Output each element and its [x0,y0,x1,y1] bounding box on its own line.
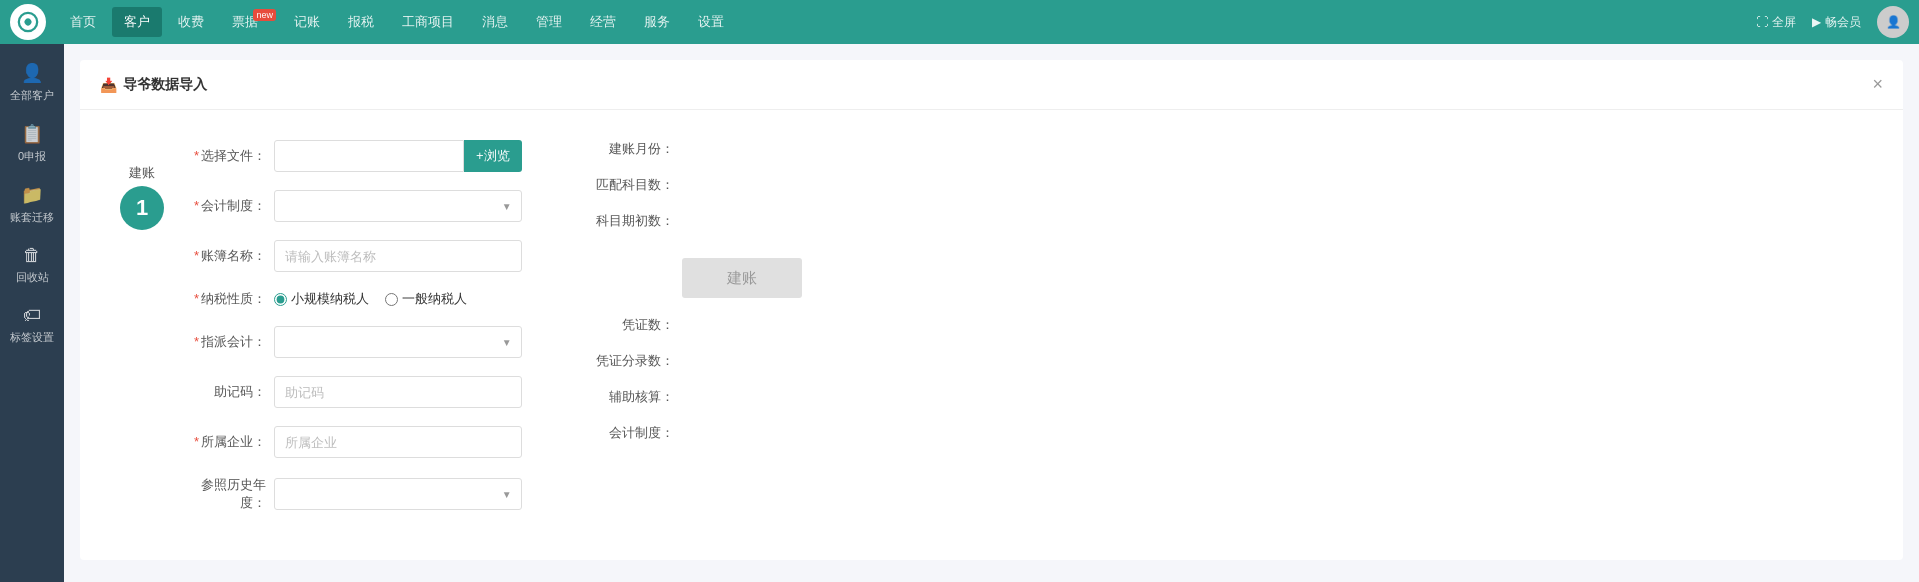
info-row-subject-init: 科目期初数： [582,212,962,230]
nav-right: ⛶ 全屏 ▶ 畅会员 👤 [1756,6,1909,38]
accounting-system-select[interactable] [274,190,522,222]
tax-general-input[interactable] [385,293,398,306]
step-section: 建账 1 选择文件： +浏览 [120,140,522,530]
info-row-voucher: 凭证数： [582,316,962,334]
panel-header: 📥 导爷数据导入 × [80,60,1903,110]
top-navigation: 首页 客户 收费 票据 new 记账 报税 工商项目 消息 管理 经营 服务 设… [0,0,1919,44]
nav-item-fee[interactable]: 收费 [166,7,216,37]
select-file-label: 选择文件： [184,147,274,165]
history-year-label: 参照历史年度： [184,476,274,512]
info-row-match-subjects: 匹配科目数： [582,176,962,194]
all-clients-icon: 👤 [21,62,43,84]
nav-item-settings[interactable]: 设置 [686,7,736,37]
info-row-aux: 辅助核算： [582,388,962,406]
fullscreen-btn[interactable]: ⛶ 全屏 [1756,14,1796,31]
import-icon: 📥 [100,77,117,93]
form-row-history: 参照历史年度： ▼ [184,476,522,512]
form-row-ledger: 账簿名称： [184,240,522,272]
accounting-system-select-wrapper: ▼ [274,190,522,222]
tax-nature-label: 纳税性质： [184,290,274,308]
avatar[interactable]: 👤 [1877,6,1909,38]
voucher-label: 凭证数： [582,316,682,334]
create-month-label: 建账月份： [582,140,682,158]
nav-item-business[interactable]: 工商项目 [390,7,466,37]
company-label: 所属企业： [184,433,274,451]
nav-item-manage[interactable]: 管理 [524,7,574,37]
form-row-tax: 纳税性质： 小规模纳税人 一般纳税人 [184,290,522,308]
subject-init-label: 科目期初数： [582,212,682,230]
step-circle: 1 [120,186,164,230]
memo-label: 助记码： [184,383,274,401]
import-panel: 📥 导爷数据导入 × 建账 1 选择文件： [80,60,1903,560]
form-row-accountant: 指派会计： ▼ [184,326,522,358]
nav-menu: 首页 客户 收费 票据 new 记账 报税 工商项目 消息 管理 经营 服务 设… [58,7,1756,37]
browse-button[interactable]: +浏览 [464,140,522,172]
sidebar-item-all-clients[interactable]: 👤 全部客户 [0,52,64,113]
nav-item-bookkeeping[interactable]: 记账 [282,7,332,37]
form-row-company: 所属企业： [184,426,522,458]
avatar-icon: 👤 [1886,15,1901,29]
info-row-voucher-entry: 凭证分录数： [582,352,962,370]
history-year-select-wrapper: ▼ [274,478,522,510]
accounting-system-label: 会计制度： [184,197,274,215]
history-year-select[interactable] [274,478,522,510]
file-input-group: +浏览 [274,140,522,172]
form-right: 建账月份： 匹配科目数： 科目期初数： 建账 [582,140,962,530]
sidebar-item-zero-report[interactable]: 📋 0申报 [0,113,64,174]
form-row-accounting: 会计制度： ▼ [184,190,522,222]
nav-item-service[interactable]: 服务 [632,7,682,37]
sidebar-item-recycle[interactable]: 🗑 回收站 [0,235,64,295]
new-badge: new [253,9,276,21]
tax-general-radio[interactable]: 一般纳税人 [385,290,467,308]
logo[interactable] [10,4,46,40]
tax-small-radio[interactable]: 小规模纳税人 [274,290,369,308]
accounting-system-right-label: 会计制度： [582,424,682,442]
main-content: 📥 导爷数据导入 × 建账 1 选择文件： [64,44,1919,582]
sidebar-item-migrate[interactable]: 📁 账套迁移 [0,174,64,235]
form-row-select-file: 选择文件： +浏览 [184,140,522,172]
panel-title: 📥 导爷数据导入 [100,76,207,94]
info-row-system: 会计制度： [582,424,962,442]
match-subjects-label: 匹配科目数： [582,176,682,194]
nav-item-invoice[interactable]: 票据 new [220,7,278,37]
sidebar: 👤 全部客户 📋 0申报 📁 账套迁移 🗑 回收站 🏷 标签设置 [0,44,64,582]
ledger-name-label: 账簿名称： [184,247,274,265]
tags-icon: 🏷 [23,305,41,326]
aux-label: 辅助核算： [582,388,682,406]
recycle-icon: 🗑 [23,245,41,266]
memo-input[interactable] [274,376,522,408]
accountant-select-wrapper: ▼ [274,326,522,358]
nav-item-operation[interactable]: 经营 [578,7,628,37]
accountant-label: 指派会计： [184,333,274,351]
zero-report-icon: 📋 [21,123,43,145]
voucher-entry-label: 凭证分录数： [582,352,682,370]
nav-item-home[interactable]: 首页 [58,7,108,37]
close-button[interactable]: × [1872,74,1883,95]
step-label: 建账 [129,164,155,182]
fullscreen-icon: ⛶ [1756,15,1768,29]
tax-radio-group: 小规模纳税人 一般纳税人 [274,290,522,308]
company-input[interactable] [274,426,522,458]
nav-item-tax[interactable]: 报税 [336,7,386,37]
ledger-name-input[interactable] [274,240,522,272]
form-row-memo: 助记码： [184,376,522,408]
info-row-create-month: 建账月份： [582,140,962,158]
nav-item-message[interactable]: 消息 [470,7,520,37]
create-btn-row: 建账 [582,248,962,298]
accountant-select[interactable] [274,326,522,358]
member-btn[interactable]: ▶ 畅会员 [1812,14,1861,31]
migrate-icon: 📁 [21,184,43,206]
nav-item-client[interactable]: 客户 [112,7,162,37]
main-layout: 👤 全部客户 📋 0申报 📁 账套迁移 🗑 回收站 🏷 标签设置 📥 导爷 [0,44,1919,582]
form-left: 选择文件： +浏览 会计制度： [184,140,522,530]
tax-small-input[interactable] [274,293,287,306]
member-icon: ▶ [1812,15,1821,29]
create-account-button[interactable]: 建账 [682,258,802,298]
form-area: 建账 1 选择文件： +浏览 [80,110,1903,560]
sidebar-item-tags[interactable]: 🏷 标签设置 [0,295,64,355]
file-input[interactable] [274,140,464,172]
